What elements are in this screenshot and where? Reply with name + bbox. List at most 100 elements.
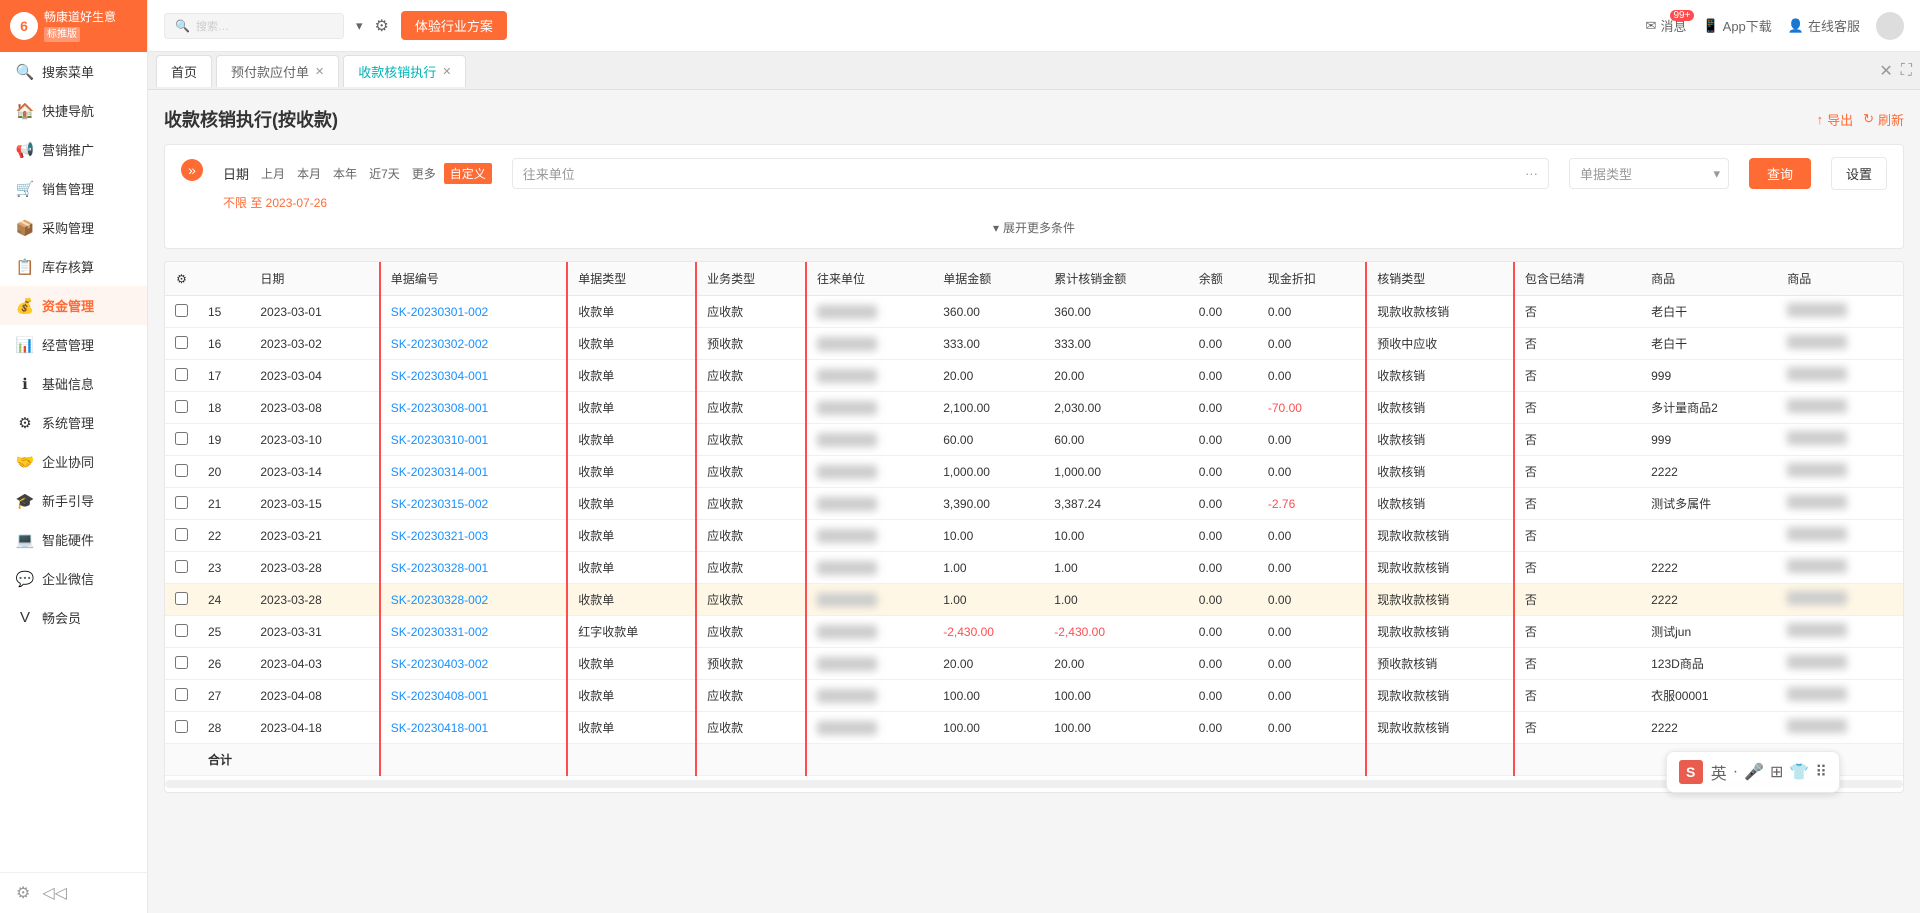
filter-type-select[interactable]: 单据类型 ▾: [1569, 158, 1729, 189]
refresh-button[interactable]: ↻ 刷新: [1863, 110, 1904, 129]
sidebar-item-0[interactable]: 🔍 搜索菜单: [0, 52, 147, 91]
tab-maximize-button[interactable]: ⛶: [1901, 62, 1912, 80]
sidebar-item-9[interactable]: ⚙ 系统管理: [0, 403, 147, 442]
row-checkbox-12[interactable]: [175, 688, 188, 701]
cell-settings-9[interactable]: [165, 584, 198, 616]
tab-prepay-close-icon[interactable]: ✕: [315, 65, 324, 78]
filter-this-year-btn[interactable]: 本年: [329, 163, 361, 184]
row-checkbox-11[interactable]: [175, 656, 188, 669]
sidebar-item-13[interactable]: 💬 企业微信: [0, 559, 147, 598]
col-billtype-header[interactable]: 单据类型: [567, 262, 696, 296]
cell-settings-8[interactable]: [165, 552, 198, 584]
cell-settings-7[interactable]: [165, 520, 198, 552]
sidebar-item-7[interactable]: 📊 经营管理: [0, 325, 147, 364]
bill-no-link-10[interactable]: SK-20230331-002: [391, 625, 488, 639]
sidebar-item-12[interactable]: 💻 智能硬件: [0, 520, 147, 559]
cell-settings-1[interactable]: [165, 328, 198, 360]
cell-settings-4[interactable]: [165, 424, 198, 456]
col-date-header[interactable]: 日期: [250, 262, 379, 296]
bill-no-link-1[interactable]: SK-20230302-002: [391, 337, 488, 351]
row-checkbox-0[interactable]: [175, 304, 188, 317]
topbar-search[interactable]: 🔍 搜索…: [164, 13, 344, 39]
filter-custom-btn[interactable]: 自定义: [444, 163, 492, 184]
query-button[interactable]: 查询: [1749, 158, 1811, 189]
export-button[interactable]: ↑ 导出: [1817, 110, 1854, 129]
bill-no-link-7[interactable]: SK-20230321-003: [391, 529, 488, 543]
row-checkbox-10[interactable]: [175, 624, 188, 637]
col-includesettled-header[interactable]: 包含已结清: [1514, 262, 1641, 296]
row-checkbox-5[interactable]: [175, 464, 188, 477]
bill-no-link-13[interactable]: SK-20230418-001: [391, 721, 488, 735]
col-billno-header[interactable]: 单据编号: [380, 262, 568, 296]
topbar-dropdown[interactable]: ▾: [356, 18, 363, 34]
col-totalwriteoff-header[interactable]: 累计核销金额: [1044, 262, 1189, 296]
bill-no-link-6[interactable]: SK-20230315-002: [391, 497, 488, 511]
cell-settings-0[interactable]: [165, 296, 198, 328]
filter-more-btn[interactable]: 更多: [408, 163, 440, 184]
bill-no-link-9[interactable]: SK-20230328-002: [391, 593, 488, 607]
bill-no-link-11[interactable]: SK-20230403-002: [391, 657, 488, 671]
col-settings-header[interactable]: ⚙: [165, 262, 198, 296]
user-avatar[interactable]: [1876, 12, 1904, 40]
bill-no-link-8[interactable]: SK-20230328-001: [391, 561, 488, 575]
cell-settings-6[interactable]: [165, 488, 198, 520]
sidebar-item-5[interactable]: 📋 库存核算: [0, 247, 147, 286]
sidebar-settings-icon[interactable]: ⚙: [16, 883, 30, 903]
bill-no-link-0[interactable]: SK-20230301-002: [391, 305, 488, 319]
row-checkbox-13[interactable]: [175, 720, 188, 733]
cell-settings-5[interactable]: [165, 456, 198, 488]
col-discount-header[interactable]: 现金折扣: [1258, 262, 1366, 296]
filter-7days-btn[interactable]: 近7天: [365, 163, 404, 184]
cell-settings-13[interactable]: [165, 712, 198, 744]
sidebar-item-6[interactable]: 💰 资金管理: [0, 286, 147, 325]
row-checkbox-6[interactable]: [175, 496, 188, 509]
tab-home[interactable]: 首页: [156, 55, 212, 87]
row-checkbox-2[interactable]: [175, 368, 188, 381]
messages-button[interactable]: ✉ 消息 99+: [1646, 16, 1687, 35]
col-goods2-header[interactable]: 商品: [1777, 262, 1903, 296]
cell-settings-10[interactable]: [165, 616, 198, 648]
bill-no-link-2[interactable]: SK-20230304-001: [391, 369, 488, 383]
sidebar-item-10[interactable]: 🤝 企业协同: [0, 442, 147, 481]
col-biztype-header[interactable]: 业务类型: [696, 262, 806, 296]
bill-no-link-12[interactable]: SK-20230408-001: [391, 689, 488, 703]
cell-settings-11[interactable]: [165, 648, 198, 680]
cell-settings-3[interactable]: [165, 392, 198, 424]
col-balance-header[interactable]: 余额: [1189, 262, 1258, 296]
tab-prepay[interactable]: 预付款应付单 ✕: [216, 55, 339, 87]
sidebar-item-2[interactable]: 📢 营销推广: [0, 130, 147, 169]
table-scrollbar[interactable]: [165, 780, 1903, 788]
row-checkbox-1[interactable]: [175, 336, 188, 349]
expand-more-button[interactable]: ▾ 展开更多条件: [993, 219, 1075, 236]
tab-writeoff[interactable]: 收款核销执行 ✕: [343, 55, 466, 87]
row-checkbox-7[interactable]: [175, 528, 188, 541]
sidebar-item-8[interactable]: ℹ 基础信息: [0, 364, 147, 403]
filter-setting-button[interactable]: 设置: [1831, 157, 1887, 190]
filter-expand-icon[interactable]: »: [181, 159, 203, 181]
col-partner-header[interactable]: 往来单位: [806, 262, 933, 296]
row-checkbox-9[interactable]: [175, 592, 188, 605]
filter-this-month-btn[interactable]: 本月: [293, 163, 325, 184]
col-billamount-header[interactable]: 单据金额: [933, 262, 1044, 296]
tab-writeoff-close-icon[interactable]: ✕: [442, 65, 451, 78]
cell-settings-12[interactable]: [165, 680, 198, 712]
filter-unit-input[interactable]: 往来单位 ···: [512, 158, 1549, 189]
col-goods-header[interactable]: 商品: [1641, 262, 1777, 296]
cell-settings-2[interactable]: [165, 360, 198, 392]
app-download-button[interactable]: 📱 App下载: [1702, 16, 1771, 35]
row-checkbox-4[interactable]: [175, 432, 188, 445]
sidebar-collapse-icon[interactable]: ◁◁: [42, 883, 67, 903]
sidebar-item-11[interactable]: 🎓 新手引导: [0, 481, 147, 520]
bill-no-link-4[interactable]: SK-20230310-001: [391, 433, 488, 447]
topbar-gear-icon[interactable]: ⚙: [375, 16, 389, 36]
bill-no-link-5[interactable]: SK-20230314-001: [391, 465, 488, 479]
filter-last-month-btn[interactable]: 上月: [257, 163, 289, 184]
row-checkbox-3[interactable]: [175, 400, 188, 413]
online-service-button[interactable]: 👤 在线客服: [1788, 16, 1860, 35]
bill-no-link-3[interactable]: SK-20230308-001: [391, 401, 488, 415]
sidebar-item-4[interactable]: 📦 采购管理: [0, 208, 147, 247]
sidebar-item-3[interactable]: 🛒 销售管理: [0, 169, 147, 208]
col-writeofftype-header[interactable]: 核销类型: [1366, 262, 1514, 296]
tab-close-all-button[interactable]: ✕: [1879, 61, 1892, 81]
sidebar-item-14[interactable]: V 畅会员: [0, 598, 147, 637]
